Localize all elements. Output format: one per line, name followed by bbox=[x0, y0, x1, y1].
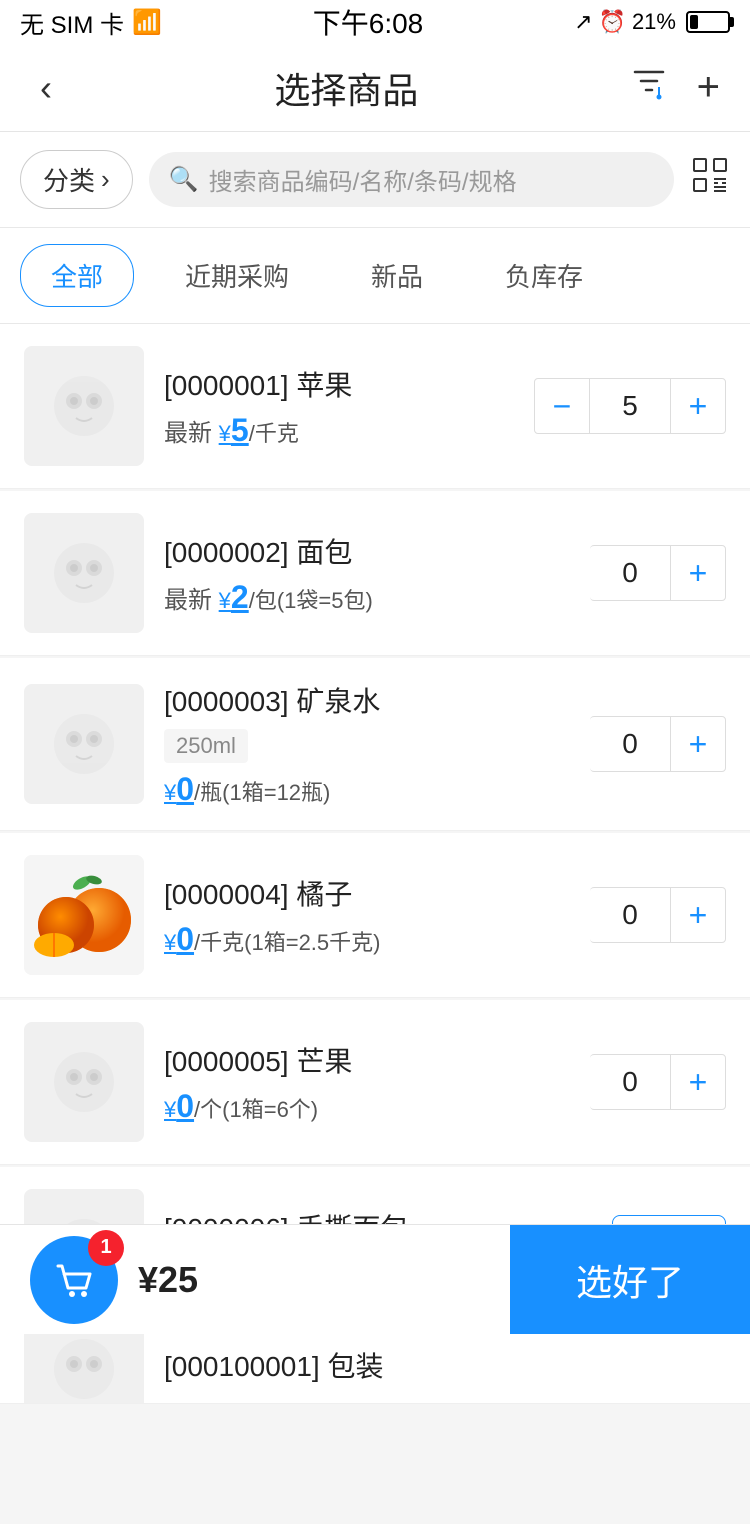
increase-button[interactable]: + bbox=[670, 378, 726, 434]
quantity-input[interactable] bbox=[590, 887, 670, 943]
product-thumbnail bbox=[24, 513, 144, 633]
tab-recent[interactable]: 近期采购 bbox=[154, 244, 320, 307]
cart-section: 1 ¥25 bbox=[0, 1236, 510, 1324]
product-price: ¥0/千克(1箱=2.5千克) bbox=[164, 921, 570, 958]
category-label: 分类 bbox=[43, 161, 95, 198]
list-item: [000100001] 包装 bbox=[0, 1334, 750, 1404]
chevron-right-icon: › bbox=[101, 164, 110, 195]
filter-icon[interactable] bbox=[631, 65, 667, 111]
list-item: [0000004] 橘子 ¥0/千克(1箱=2.5千克) + bbox=[0, 833, 750, 998]
product-price: ¥0/瓶(1箱=12瓶) bbox=[164, 771, 570, 808]
confirm-button[interactable]: 选好了 bbox=[510, 1225, 750, 1334]
battery-icon bbox=[686, 11, 730, 33]
tab-all[interactable]: 全部 bbox=[20, 244, 134, 307]
nav-bar: ‹ 选择商品 + bbox=[0, 44, 750, 132]
product-name: [000100001] 包装 bbox=[164, 1345, 726, 1385]
product-thumbnail bbox=[24, 1022, 144, 1142]
list-item: [0000002] 面包 最新 ¥2/包(1袋=5包) + bbox=[0, 491, 750, 656]
list-item: [0000003] 矿泉水 250ml ¥0/瓶(1箱=12瓶) + bbox=[0, 658, 750, 831]
quantity-stepper: + bbox=[590, 1054, 726, 1110]
increase-button[interactable]: + bbox=[670, 545, 726, 601]
product-thumbnail bbox=[24, 684, 144, 804]
list-item: [0000001] 苹果 最新 ¥5/千克 − + bbox=[0, 324, 750, 489]
back-button[interactable]: ‹ bbox=[30, 57, 62, 119]
product-info: [0000005] 芒果 ¥0/个(1箱=6个) bbox=[164, 1040, 570, 1125]
quantity-input[interactable] bbox=[590, 545, 670, 601]
product-thumbnail bbox=[24, 855, 144, 975]
search-input-wrap[interactable]: 🔍 搜索商品编码/名称/条码/规格 bbox=[149, 152, 674, 207]
product-thumbnail bbox=[24, 1334, 144, 1404]
product-info: [000100001] 包装 bbox=[164, 1345, 726, 1393]
product-info: [0000001] 苹果 最新 ¥5/千克 bbox=[164, 364, 514, 449]
product-info: [0000004] 橘子 ¥0/千克(1箱=2.5千克) bbox=[164, 873, 570, 958]
category-button[interactable]: 分类 › bbox=[20, 150, 133, 209]
list-item: [0000005] 芒果 ¥0/个(1箱=6个) + bbox=[0, 1000, 750, 1165]
product-price: 最新 ¥2/包(1袋=5包) bbox=[164, 579, 570, 616]
cart-badge: 1 bbox=[88, 1230, 124, 1266]
quantity-stepper: + bbox=[590, 887, 726, 943]
product-spec: 250ml bbox=[164, 729, 248, 763]
quantity-stepper: + bbox=[590, 716, 726, 772]
cart-total: ¥25 bbox=[138, 1259, 198, 1301]
wifi-icon: 📶 bbox=[132, 8, 162, 37]
status-carrier: 无 SIM 卡 📶 bbox=[20, 5, 162, 40]
increase-button[interactable]: + bbox=[670, 887, 726, 943]
tab-negative[interactable]: 负库存 bbox=[474, 244, 614, 307]
product-thumbnail bbox=[24, 346, 144, 466]
scan-icon[interactable] bbox=[690, 155, 730, 204]
search-bar: 分类 › 🔍 搜索商品编码/名称/条码/规格 bbox=[0, 132, 750, 228]
product-price: ¥0/个(1箱=6个) bbox=[164, 1088, 570, 1125]
cart-button[interactable]: 1 bbox=[30, 1236, 118, 1324]
increase-button[interactable]: + bbox=[670, 716, 726, 772]
product-name: [0000001] 苹果 bbox=[164, 364, 514, 404]
status-bar: 无 SIM 卡 📶 下午6:08 ↗ ⏰ 21% bbox=[0, 0, 750, 44]
product-name: [0000002] 面包 bbox=[164, 531, 570, 571]
product-name: [0000005] 芒果 bbox=[164, 1040, 570, 1080]
location-icon: ↗ bbox=[574, 9, 592, 35]
quantity-input[interactable] bbox=[590, 1054, 670, 1110]
battery-percent: 21% bbox=[632, 9, 676, 35]
quantity-input[interactable] bbox=[590, 378, 670, 434]
alarm-icon: ⏰ bbox=[599, 9, 626, 35]
status-right: ↗ ⏰ 21% bbox=[574, 9, 730, 35]
product-price: 最新 ¥5/千克 bbox=[164, 412, 514, 449]
search-icon: 🔍 bbox=[169, 165, 199, 194]
search-placeholder: 搜索商品编码/名称/条码/规格 bbox=[209, 162, 517, 197]
product-name: [0000004] 橘子 bbox=[164, 873, 570, 913]
add-icon[interactable]: + bbox=[697, 65, 720, 110]
nav-actions: + bbox=[631, 65, 720, 111]
quantity-stepper: + bbox=[590, 545, 726, 601]
product-info: [0000003] 矿泉水 250ml ¥0/瓶(1箱=12瓶) bbox=[164, 680, 570, 808]
product-info: [0000002] 面包 最新 ¥2/包(1袋=5包) bbox=[164, 531, 570, 616]
status-time: 下午6:08 bbox=[313, 2, 424, 42]
bottom-bar: 1 ¥25 选好了 bbox=[0, 1224, 750, 1334]
quantity-input[interactable] bbox=[590, 716, 670, 772]
decrease-button[interactable]: − bbox=[534, 378, 590, 434]
tab-bar: 全部 近期采购 新品 负库存 bbox=[0, 228, 750, 324]
increase-button[interactable]: + bbox=[670, 1054, 726, 1110]
carrier-text: 无 SIM 卡 bbox=[20, 5, 124, 40]
tab-new[interactable]: 新品 bbox=[340, 244, 454, 307]
quantity-stepper: − + bbox=[534, 378, 726, 434]
page-title: 选择商品 bbox=[274, 62, 418, 114]
product-name: [0000003] 矿泉水 bbox=[164, 680, 570, 720]
